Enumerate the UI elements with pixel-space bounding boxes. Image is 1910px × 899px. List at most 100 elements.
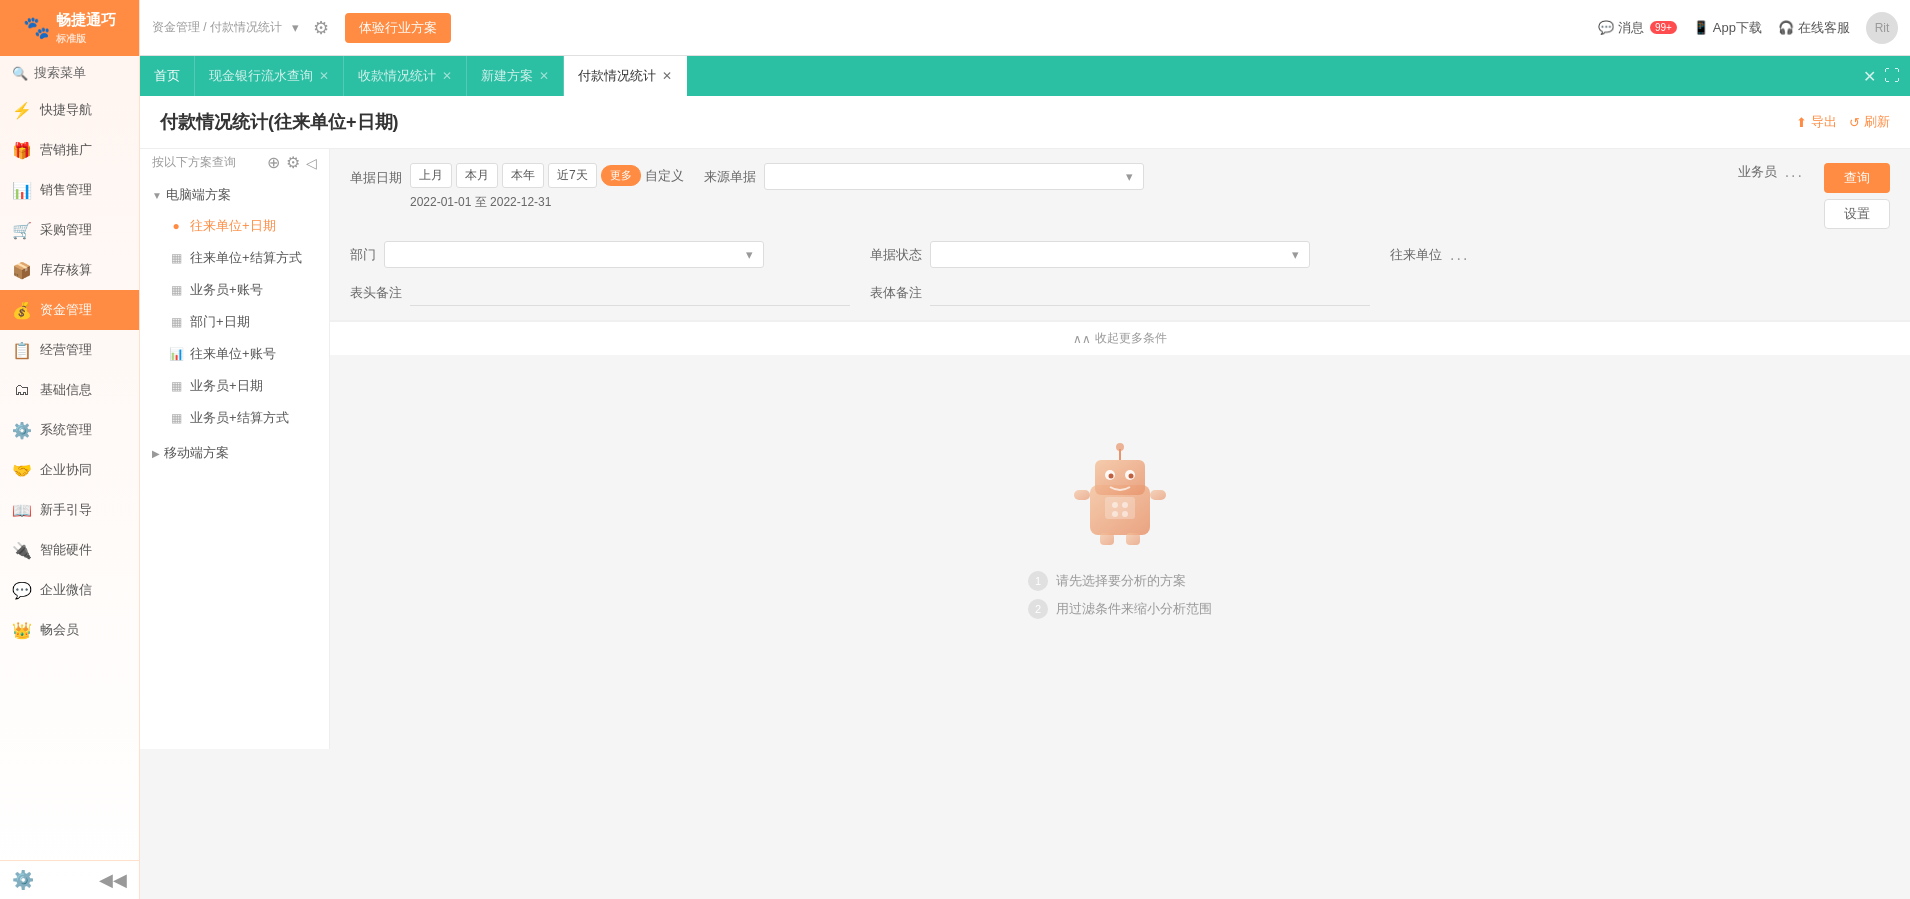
- sidebar-item-label: 基础信息: [40, 381, 92, 399]
- tab-cashflow[interactable]: 现金银行流水查询 ✕: [195, 56, 344, 96]
- partner-filter: 往来单位 ...: [1390, 246, 1890, 264]
- scheme-item-3[interactable]: ▦ 部门+日期: [140, 306, 329, 338]
- date-btn-more[interactable]: 更多: [601, 165, 641, 186]
- empty-state: 1 请先选择要分析的方案 2 用过滤条件来缩小分析范围: [330, 355, 1910, 699]
- refresh-btn[interactable]: ↺ 刷新: [1849, 113, 1890, 131]
- svg-rect-10: [1100, 533, 1114, 545]
- app-download-item[interactable]: 📱 App下载: [1693, 19, 1762, 37]
- source-select[interactable]: ▾: [764, 163, 1144, 190]
- empty-state-illustration: [1060, 435, 1180, 555]
- sidebar-item-capital[interactable]: 💰 资金管理: [0, 290, 139, 330]
- source-filter: 来源单据 ▾: [704, 163, 1718, 190]
- purchase-icon: 🛒: [12, 220, 32, 240]
- scheme-item-label: 往来单位+账号: [190, 345, 276, 363]
- scheme-group-mobile-header[interactable]: ▶ 移动端方案: [140, 438, 329, 468]
- sidebar-item-quicknav[interactable]: ⚡ 快捷导航: [0, 90, 139, 130]
- tab-payments-label: 付款情况统计: [578, 67, 656, 85]
- topbar-settings-icon[interactable]: ⚙: [313, 17, 329, 39]
- filter-settings-btn[interactable]: 设置: [1824, 199, 1890, 229]
- scheme-item-1[interactable]: ▦ 往来单位+结算方式: [140, 242, 329, 274]
- tab-newscheme-label: 新建方案: [481, 67, 533, 85]
- sidebar-item-purchase[interactable]: 🛒 采购管理: [0, 210, 139, 250]
- sales-icon: 📊: [12, 180, 32, 200]
- tab-payments-close[interactable]: ✕: [662, 69, 672, 83]
- scheme-item-2[interactable]: ▦ 业务员+账号: [140, 274, 329, 306]
- svg-point-7: [1116, 443, 1124, 451]
- sidebar-item-wechat[interactable]: 💬 企业微信: [0, 570, 139, 610]
- scheme-item-label: 业务员+结算方式: [190, 409, 289, 427]
- date-btn-lastmonth[interactable]: 上月: [410, 163, 452, 188]
- hardware-icon: 🔌: [12, 540, 32, 560]
- scheme-add-icon[interactable]: ⊕: [267, 153, 280, 172]
- capital-icon: 💰: [12, 300, 32, 320]
- scheme-item-0[interactable]: ● 往来单位+日期: [140, 210, 329, 242]
- staff-ellipsis-btn[interactable]: ...: [1785, 163, 1804, 181]
- tip-num-2: 2: [1028, 599, 1048, 619]
- svg-point-5: [1129, 474, 1134, 479]
- messages-label: 消息: [1618, 19, 1644, 37]
- user-avatar[interactable]: Rit: [1866, 12, 1898, 44]
- tab-payments[interactable]: 付款情况统计 ✕: [564, 56, 687, 96]
- query-btn[interactable]: 查询: [1824, 163, 1890, 193]
- tab-newscheme[interactable]: 新建方案 ✕: [467, 56, 564, 96]
- dept-select[interactable]: ▾: [384, 241, 764, 268]
- tab-receipts[interactable]: 收款情况统计 ✕: [344, 56, 467, 96]
- tab-home[interactable]: 首页: [140, 56, 195, 96]
- online-support-item[interactable]: 🎧 在线客服: [1778, 19, 1850, 37]
- scheme-settings-icon[interactable]: ⚙: [286, 153, 300, 172]
- date-range-display: 2022-01-01 至 2022-12-31: [410, 194, 684, 211]
- scheme-item-5[interactable]: ▦ 业务员+日期: [140, 370, 329, 402]
- scheme-group-pc-header[interactable]: ▼ 电脑端方案: [140, 180, 329, 210]
- body-note-input[interactable]: [930, 280, 1370, 306]
- tab-fullscreen-icon[interactable]: ⛶: [1884, 67, 1900, 85]
- topbar-dropdown-icon[interactable]: ▾: [292, 20, 299, 35]
- status-select[interactable]: ▾: [930, 241, 1310, 268]
- sidebar-item-label: 经营管理: [40, 341, 92, 359]
- sidebar-item-operations[interactable]: 📋 经营管理: [0, 330, 139, 370]
- sidebar-item-guide[interactable]: 📖 新手引导: [0, 490, 139, 530]
- tab-cashflow-close[interactable]: ✕: [319, 69, 329, 83]
- tip-num-1: 1: [1028, 571, 1048, 591]
- sidebar-item-cooperation[interactable]: 🤝 企业协同: [0, 450, 139, 490]
- dept-filter: 部门 ▾: [350, 241, 850, 268]
- collapse-btn[interactable]: ∧∧ 收起更多条件: [1073, 330, 1167, 347]
- sidebar-item-sales[interactable]: 📊 销售管理: [0, 170, 139, 210]
- collapse-sidebar-icon[interactable]: ◀◀: [99, 869, 127, 891]
- tab-close-all-icon[interactable]: ✕: [1863, 67, 1876, 86]
- sidebar-item-basic[interactable]: 🗂 基础信息: [0, 370, 139, 410]
- sidebar-item-marketing[interactable]: 🎁 营销推广: [0, 130, 139, 170]
- scheme-item-label: 业务员+日期: [190, 377, 263, 395]
- messages-item[interactable]: 💬 消息 99+: [1598, 19, 1677, 37]
- scheme-panel: 按以下方案查询 ⊕ ⚙ ◁ ▼ 电脑端方案 ● 往来单位+日期 ▦: [140, 149, 330, 749]
- scheme-item-label: 往来单位+日期: [190, 217, 276, 235]
- settings-icon[interactable]: ⚙️: [12, 869, 34, 891]
- sidebar-item-label: 库存核算: [40, 261, 92, 279]
- date-btn-thisyear[interactable]: 本年: [502, 163, 544, 188]
- app-version: 标准版: [56, 32, 116, 46]
- sidebar-item-inventory[interactable]: 📦 库存核算: [0, 250, 139, 290]
- app-name: 畅捷通巧: [56, 11, 116, 30]
- scheme-item-4[interactable]: 📊 往来单位+账号: [140, 338, 329, 370]
- header-note-input[interactable]: [410, 280, 850, 306]
- body-note-label: 表体备注: [870, 284, 922, 302]
- svg-rect-12: [1105, 497, 1135, 519]
- export-btn[interactable]: ⬆ 导出: [1796, 113, 1837, 131]
- body-note-filter: 表体备注: [870, 280, 1370, 306]
- support-icon: 🎧: [1778, 20, 1794, 35]
- scheme-collapse-icon[interactable]: ◁: [306, 155, 317, 171]
- tab-newscheme-close[interactable]: ✕: [539, 69, 549, 83]
- date-btn-thismonth[interactable]: 本月: [456, 163, 498, 188]
- scheme-item-6[interactable]: ▦ 业务员+结算方式: [140, 402, 329, 434]
- trial-btn[interactable]: 体验行业方案: [345, 13, 451, 43]
- sidebar-item-label: 畅会员: [40, 621, 79, 639]
- sidebar-item-hardware[interactable]: 🔌 智能硬件: [0, 530, 139, 570]
- sidebar-item-member[interactable]: 👑 畅会员: [0, 610, 139, 650]
- sidebar-item-system[interactable]: ⚙️ 系统管理: [0, 410, 139, 450]
- empty-tip-1: 1 请先选择要分析的方案: [1028, 571, 1212, 591]
- date-custom-label[interactable]: 自定义: [645, 167, 684, 185]
- search-menu[interactable]: 🔍 搜索菜单: [0, 56, 139, 90]
- partner-ellipsis-btn[interactable]: ...: [1450, 246, 1469, 264]
- date-btn-7days[interactable]: 近7天: [548, 163, 597, 188]
- tab-receipts-close[interactable]: ✕: [442, 69, 452, 83]
- scheme-item-label: 往来单位+结算方式: [190, 249, 302, 267]
